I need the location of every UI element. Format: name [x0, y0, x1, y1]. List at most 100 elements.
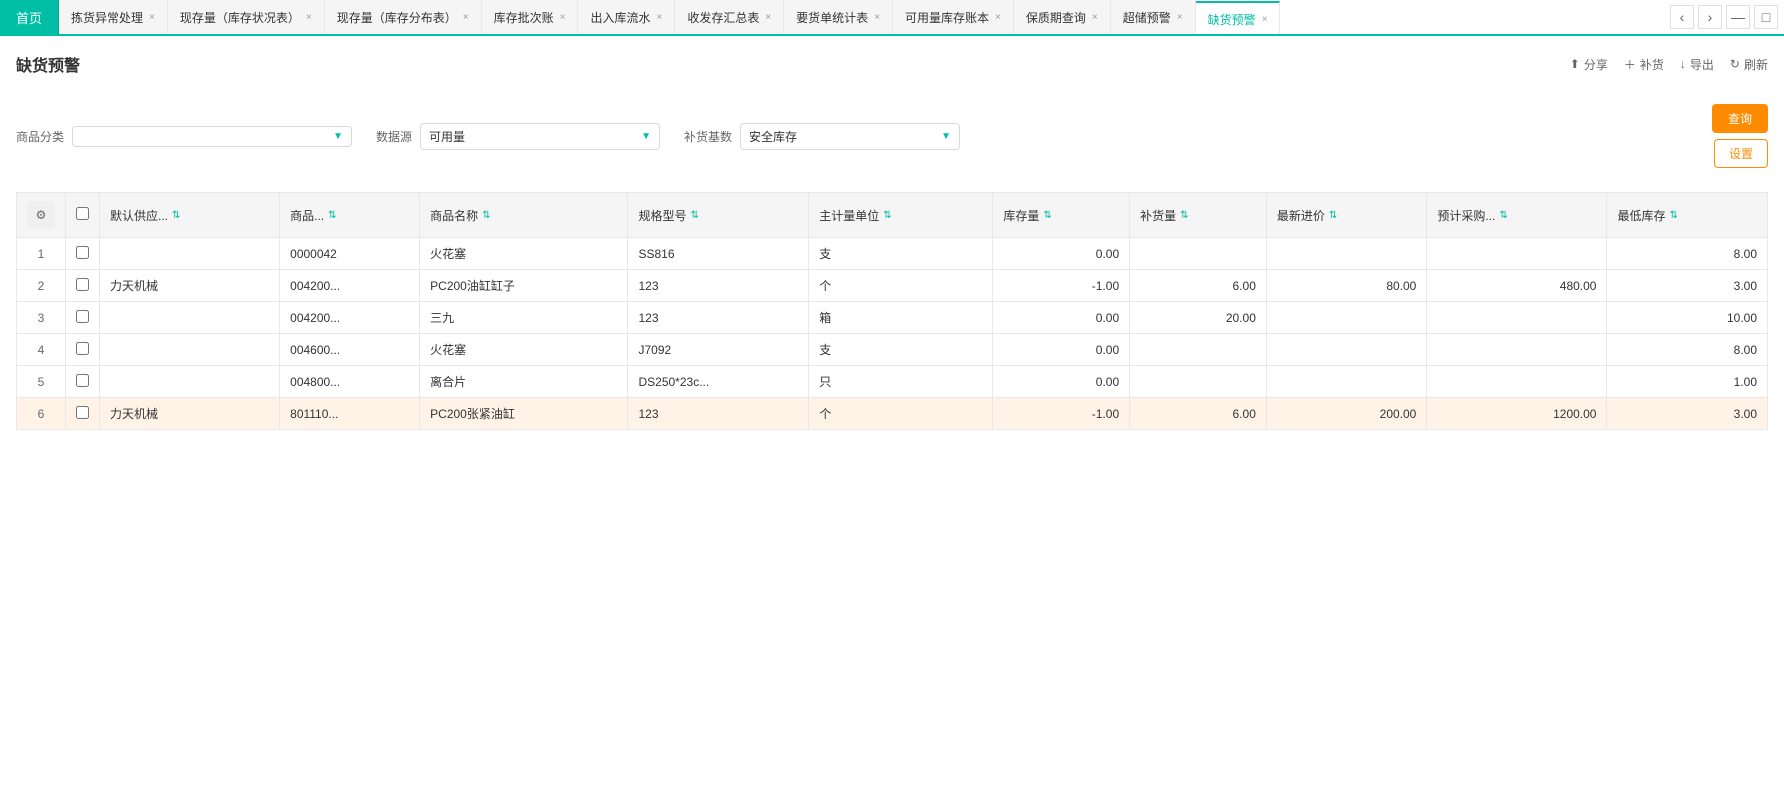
replenish-label: 补货 — [1640, 56, 1664, 73]
tab-inout-flow-close[interactable]: × — [656, 12, 662, 23]
cell-checkbox[interactable] — [66, 302, 100, 334]
th-est-purchase[interactable]: 预计采购... ⇅ — [1427, 193, 1607, 238]
tab-inventory-status[interactable]: 现存量（库存状况表） × — [168, 0, 325, 34]
tab-abnormal-label: 拣货异常处理 — [71, 9, 143, 26]
replenish-base-select[interactable]: 安全库存 ▼ — [740, 123, 960, 150]
cell-replenish: 6.00 — [1130, 270, 1267, 302]
replenish-icon: ＋ — [1624, 56, 1636, 73]
cell-index: 5 — [17, 366, 66, 398]
cell-checkbox[interactable] — [66, 334, 100, 366]
th-product-code[interactable]: 商品... ⇅ — [280, 193, 420, 238]
tab-available-ledger-label: 可用量库存账本 — [905, 9, 989, 26]
tab-receipt-summary-close[interactable]: × — [765, 12, 771, 23]
cell-code: 004200... — [280, 302, 420, 334]
tab-inventory-status-close[interactable]: × — [306, 12, 312, 23]
cell-supplier: 力天机械 — [100, 270, 280, 302]
cell-spec: J7092 — [628, 334, 809, 366]
cell-name: 三九 — [420, 302, 628, 334]
tab-abnormal-close[interactable]: × — [149, 12, 155, 23]
est-purchase-sort-icon: ⇅ — [1499, 210, 1507, 221]
row-checkbox[interactable] — [76, 342, 89, 355]
cell-name: 火花塞 — [420, 238, 628, 270]
export-label: 导出 — [1690, 56, 1714, 73]
export-button[interactable]: ↓ 导出 — [1680, 56, 1714, 73]
cell-unit: 箱 — [809, 302, 993, 334]
cell-checkbox[interactable] — [66, 238, 100, 270]
tab-order-stats-label: 要货单统计表 — [796, 9, 868, 26]
cell-est-purchase: 1200.00 — [1427, 398, 1607, 430]
row-checkbox[interactable] — [76, 406, 89, 419]
row-checkbox[interactable] — [76, 278, 89, 291]
replenish-button[interactable]: ＋ 补货 — [1624, 56, 1664, 73]
supplier-sort-icon: ⇅ — [172, 210, 180, 221]
tab-maximize-button[interactable]: □ — [1754, 5, 1778, 29]
tab-available-ledger-close[interactable]: × — [995, 12, 1001, 23]
row-checkbox[interactable] — [76, 246, 89, 259]
th-stock[interactable]: 库存量 ⇅ — [993, 193, 1130, 238]
cell-checkbox[interactable] — [66, 366, 100, 398]
th-supplier[interactable]: 默认供应... ⇅ — [100, 193, 280, 238]
th-unit[interactable]: 主计量单位 ⇅ — [809, 193, 993, 238]
select-all-checkbox[interactable] — [76, 207, 89, 220]
cell-checkbox[interactable] — [66, 270, 100, 302]
query-button[interactable]: 查询 — [1712, 104, 1768, 133]
tab-expiry-query[interactable]: 保质期查询 × — [1014, 0, 1111, 34]
tab-expiry-query-close[interactable]: × — [1092, 12, 1098, 23]
tab-inventory-dist-label: 现存量（库存分布表） — [337, 9, 457, 26]
refresh-button[interactable]: ↻ 刷新 — [1730, 56, 1768, 73]
tab-receipt-summary[interactable]: 收发存汇总表 × — [675, 0, 784, 34]
refresh-label: 刷新 — [1744, 56, 1768, 73]
th-product-name[interactable]: 商品名称 ⇅ — [420, 193, 628, 238]
tab-order-stats[interactable]: 要货单统计表 × — [784, 0, 893, 34]
table-row: 3 004200... 三九 123 箱 0.00 20.00 10.00 — [17, 302, 1768, 334]
tab-home[interactable]: 首页 — [0, 0, 59, 34]
datasource-filter-group: 数据源 可用量 ▼ — [376, 123, 660, 150]
th-latest-price[interactable]: 最新进价 ⇅ — [1266, 193, 1426, 238]
share-button[interactable]: ⬆ 分享 — [1570, 56, 1608, 73]
cell-name: 火花塞 — [420, 334, 628, 366]
latest-price-sort-icon: ⇅ — [1329, 210, 1337, 221]
cell-code: 801110... — [280, 398, 420, 430]
category-filter-group: 商品分类 ▼ — [16, 126, 352, 147]
cell-unit: 个 — [809, 270, 993, 302]
tab-overstock-label: 超储预警 — [1123, 9, 1171, 26]
tab-order-stats-close[interactable]: × — [874, 12, 880, 23]
tab-batch-account-close[interactable]: × — [560, 12, 566, 23]
tab-shortage[interactable]: 缺货预警 × — [1196, 1, 1281, 35]
tab-inventory-status-label: 现存量（库存状况表） — [180, 9, 300, 26]
th-min-stock[interactable]: 最低库存 ⇅ — [1607, 193, 1768, 238]
gear-icon[interactable]: ⚙ — [27, 201, 55, 229]
tab-available-ledger[interactable]: 可用量库存账本 × — [893, 0, 1014, 34]
cell-index: 2 — [17, 270, 66, 302]
page-header: 缺货预警 ⬆ 分享 ＋ 补货 ↓ 导出 ↻ 刷新 — [16, 52, 1768, 76]
tab-inventory-dist-close[interactable]: × — [463, 12, 469, 23]
cell-replenish: 6.00 — [1130, 398, 1267, 430]
tab-batch-account[interactable]: 库存批次账 × — [482, 0, 579, 34]
category-select[interactable]: ▼ — [72, 126, 352, 147]
row-checkbox[interactable] — [76, 310, 89, 323]
tab-home-label: 首页 — [16, 8, 42, 27]
settings-button[interactable]: 设置 — [1714, 139, 1768, 168]
tab-minimize-button[interactable]: — — [1726, 5, 1750, 29]
cell-checkbox[interactable] — [66, 398, 100, 430]
th-spec[interactable]: 规格型号 ⇅ — [628, 193, 809, 238]
cell-latest-price: 80.00 — [1266, 270, 1426, 302]
tab-shortage-label: 缺货预警 — [1208, 11, 1256, 28]
th-replenish[interactable]: 补货量 ⇅ — [1130, 193, 1267, 238]
tab-inventory-dist[interactable]: 现存量（库存分布表） × — [325, 0, 482, 34]
tab-inout-flow[interactable]: 出入库流水 × — [578, 0, 675, 34]
tab-overstock[interactable]: 超储预警 × — [1111, 0, 1196, 34]
row-checkbox[interactable] — [76, 374, 89, 387]
cell-name: PC200张紧油缸 — [420, 398, 628, 430]
tab-shortage-close[interactable]: × — [1262, 14, 1268, 25]
tab-overstock-close[interactable]: × — [1177, 12, 1183, 23]
tab-abnormal[interactable]: 拣货异常处理 × — [59, 0, 168, 34]
cell-unit: 只 — [809, 366, 993, 398]
tab-prev-button[interactable]: ‹ — [1670, 5, 1694, 29]
tab-bar: 首页 拣货异常处理 × 现存量（库存状况表） × 现存量（库存分布表） × 库存… — [0, 0, 1784, 36]
th-gear[interactable]: ⚙ — [17, 193, 66, 238]
main-content: 缺货预警 ⬆ 分享 ＋ 补货 ↓ 导出 ↻ 刷新 商品分类 — [0, 36, 1784, 796]
datasource-select[interactable]: 可用量 ▼ — [420, 123, 660, 150]
tab-next-button[interactable]: › — [1698, 5, 1722, 29]
cell-min-stock: 1.00 — [1607, 366, 1768, 398]
